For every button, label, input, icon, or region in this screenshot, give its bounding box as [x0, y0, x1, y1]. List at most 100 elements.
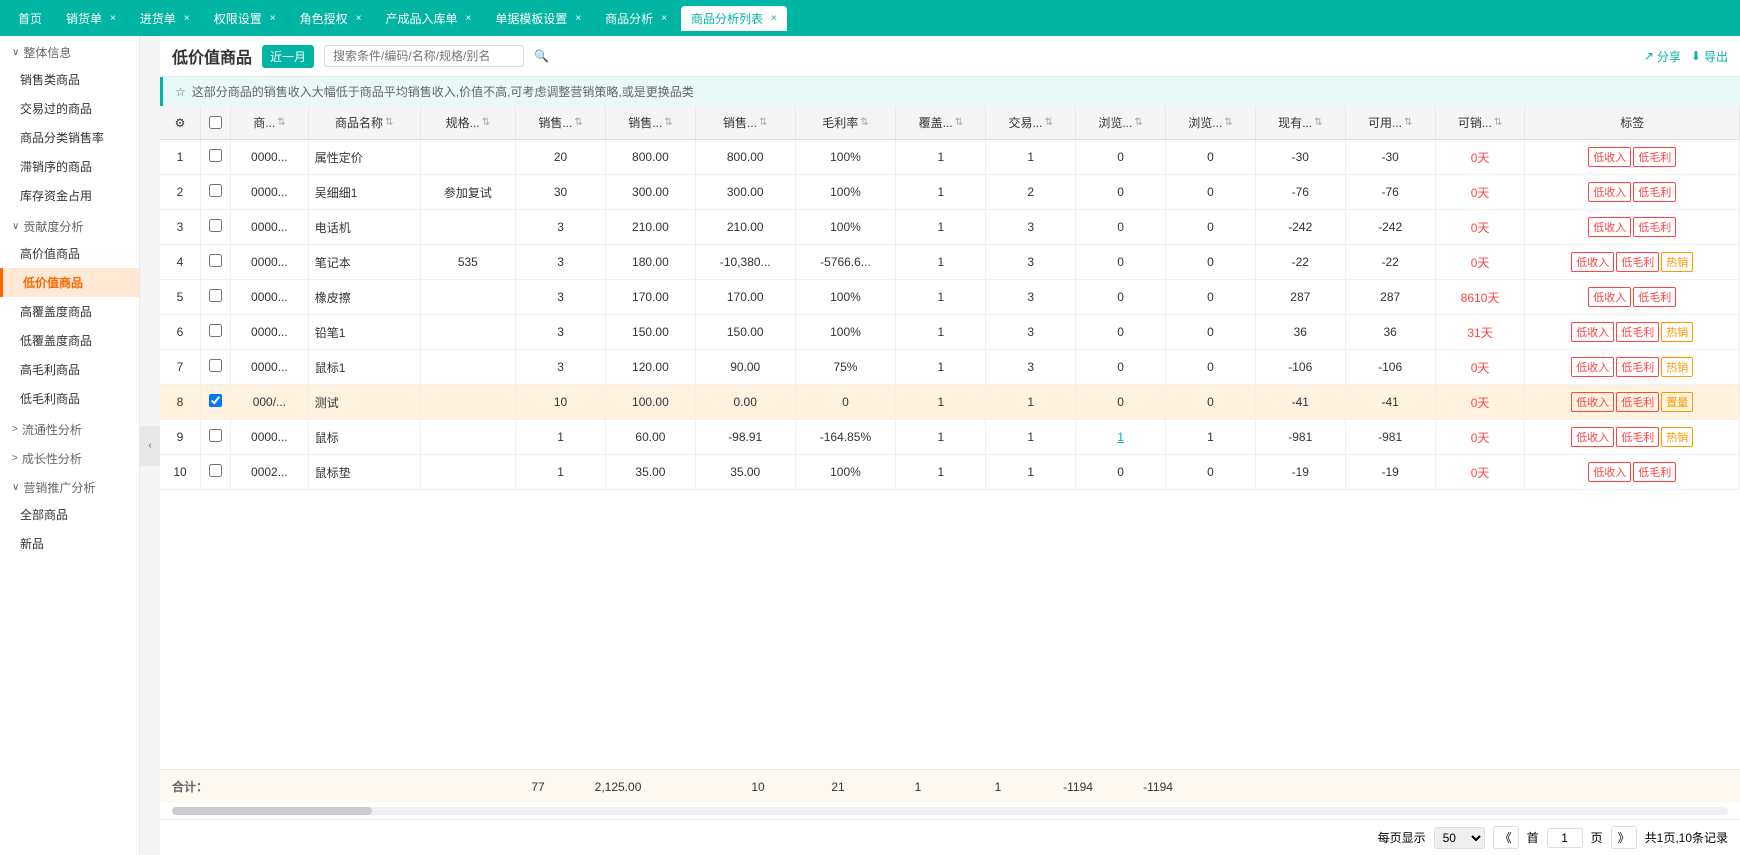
row-checkbox[interactable]	[209, 289, 222, 302]
close-icon[interactable]: ×	[575, 13, 581, 24]
page-size-select[interactable]: 50 100 200	[1434, 827, 1485, 849]
sidebar-group-contribution[interactable]: ∨ 贡献度分析	[0, 210, 139, 239]
sort-icon[interactable]: ⇅	[1494, 117, 1502, 128]
sidebar-item-traded-products[interactable]: 交易过的商品	[0, 94, 139, 123]
col-browse1[interactable]: 浏览...⇅	[1076, 106, 1166, 140]
export-button[interactable]: ⬇ 导出	[1691, 48, 1728, 65]
sort-icon[interactable]: ⇅	[1044, 117, 1052, 128]
row-name[interactable]: 吴细细1	[308, 175, 420, 210]
row-checkbox-cell[interactable]	[200, 420, 230, 455]
close-icon[interactable]: ×	[661, 13, 667, 24]
scrollbar-thumb[interactable]	[172, 807, 372, 815]
sidebar-collapse-button[interactable]: ‹	[140, 426, 160, 466]
row-name[interactable]: 铅笔1	[308, 315, 420, 350]
row-checkbox-cell[interactable]	[200, 315, 230, 350]
nav-analysis-list[interactable]: 商品分析列表 ×	[681, 6, 787, 31]
table-container[interactable]: ⚙ 商...⇅ 商品名称⇅ 规格...⇅ 销售...⇅ 销售...⇅ 销售...…	[160, 106, 1740, 769]
row-checkbox-cell[interactable]	[200, 350, 230, 385]
row-checkbox-cell[interactable]	[200, 210, 230, 245]
close-icon[interactable]: ×	[465, 13, 471, 24]
sidebar-item-sales-products[interactable]: 销售类商品	[0, 65, 139, 94]
col-code[interactable]: 商...⇅	[230, 106, 308, 140]
nav-roles[interactable]: 角色授权 ×	[290, 6, 372, 31]
row-checkbox[interactable]	[209, 464, 222, 477]
col-current[interactable]: 现有...⇅	[1255, 106, 1345, 140]
sort-icon[interactable]: ⇅	[955, 117, 963, 128]
nav-templates[interactable]: 单据模板设置 ×	[485, 6, 591, 31]
col-settings[interactable]: ⚙	[160, 106, 200, 140]
row-name[interactable]: 笔记本	[308, 245, 420, 280]
sort-icon[interactable]: ⇅	[860, 117, 868, 128]
sidebar-item-low-coverage[interactable]: 低覆盖度商品	[0, 326, 139, 355]
row-name[interactable]: 鼠标1	[308, 350, 420, 385]
row-checkbox[interactable]	[209, 359, 222, 372]
sidebar-item-low-profit[interactable]: 低毛利商品	[0, 384, 139, 413]
col-available[interactable]: 可用...⇅	[1345, 106, 1435, 140]
search-icon[interactable]: 🔍	[534, 49, 549, 63]
sidebar-group-overall[interactable]: ∨ 整体信息	[0, 36, 139, 65]
col-checkbox[interactable]	[200, 106, 230, 140]
col-name[interactable]: 商品名称⇅	[308, 106, 420, 140]
close-icon[interactable]: ×	[356, 13, 362, 24]
sidebar-item-category-rate[interactable]: 商品分类销售率	[0, 123, 139, 152]
sort-icon[interactable]: ⇅	[482, 117, 490, 128]
row-checkbox[interactable]	[209, 394, 222, 407]
filter-button[interactable]: 近一月	[262, 45, 314, 68]
first-page-button[interactable]: 《	[1493, 826, 1519, 849]
nav-products[interactable]: 产成品入库单 ×	[375, 6, 481, 31]
nav-sales[interactable]: 销货单 ×	[56, 6, 126, 31]
sort-icon[interactable]: ⇅	[277, 117, 285, 128]
sidebar-item-high-value[interactable]: 高价值商品	[0, 239, 139, 268]
sidebar-item-low-value[interactable]: 低价值商品	[0, 268, 139, 297]
share-button[interactable]: ↗ 分享	[1644, 48, 1681, 65]
row-name[interactable]: 电话机	[308, 210, 420, 245]
row-checkbox[interactable]	[209, 149, 222, 162]
row-checkbox[interactable]	[209, 254, 222, 267]
col-sale2[interactable]: 销售...⇅	[605, 106, 695, 140]
row-name[interactable]: 鼠标	[308, 420, 420, 455]
col-cover[interactable]: 覆盖...⇅	[896, 106, 986, 140]
col-trade[interactable]: 交易...⇅	[986, 106, 1076, 140]
row-checkbox-cell[interactable]	[200, 245, 230, 280]
sort-icon[interactable]: ⇅	[664, 117, 672, 128]
sort-icon[interactable]: ⇅	[1134, 117, 1142, 128]
col-spec[interactable]: 规格...⇅	[420, 106, 516, 140]
sort-icon[interactable]: ⇅	[1404, 117, 1412, 128]
select-all-checkbox[interactable]	[209, 116, 222, 129]
sort-icon[interactable]: ⇅	[1314, 117, 1322, 128]
nav-permissions[interactable]: 权限设置 ×	[204, 6, 286, 31]
col-sale3[interactable]: 销售...⇅	[695, 106, 795, 140]
page-number-input[interactable]	[1547, 828, 1583, 848]
sidebar-item-inventory-capital[interactable]: 库存资金占用	[0, 181, 139, 210]
row-checkbox-cell[interactable]	[200, 455, 230, 490]
sidebar-group-circulation[interactable]: > 流通性分析	[0, 413, 139, 442]
search-input[interactable]	[324, 45, 524, 67]
horizontal-scrollbar[interactable]	[172, 807, 1728, 815]
row-checkbox-cell[interactable]	[200, 175, 230, 210]
sort-icon[interactable]: ⇅	[574, 117, 582, 128]
sidebar-item-high-coverage[interactable]: 高覆盖度商品	[0, 297, 139, 326]
nav-analysis[interactable]: 商品分析 ×	[595, 6, 677, 31]
col-sale1[interactable]: 销售...⇅	[516, 106, 606, 140]
close-icon[interactable]: ×	[771, 13, 777, 24]
sort-icon[interactable]: ⇅	[385, 117, 393, 128]
sidebar-group-growth[interactable]: > 成长性分析	[0, 442, 139, 471]
row-checkbox-cell[interactable]	[200, 280, 230, 315]
nav-home[interactable]: 首页	[8, 6, 52, 31]
row-checkbox[interactable]	[209, 219, 222, 232]
nav-purchase[interactable]: 进货单 ×	[130, 6, 200, 31]
row-checkbox[interactable]	[209, 184, 222, 197]
sidebar-item-new-products[interactable]: 新品	[0, 529, 139, 558]
row-name[interactable]: 测试	[308, 385, 420, 420]
col-tags[interactable]: 标签	[1525, 106, 1740, 140]
sidebar-item-all-products[interactable]: 全部商品	[0, 500, 139, 529]
close-icon[interactable]: ×	[270, 13, 276, 24]
row-checkbox-cell[interactable]	[200, 140, 230, 175]
close-icon[interactable]: ×	[110, 13, 116, 24]
col-saleable[interactable]: 可销...⇅	[1435, 106, 1525, 140]
close-icon[interactable]: ×	[184, 13, 190, 24]
sort-icon[interactable]: ⇅	[759, 117, 767, 128]
sidebar-item-slow-products[interactable]: 滞销序的商品	[0, 152, 139, 181]
row-checkbox[interactable]	[209, 429, 222, 442]
row-browse1[interactable]: 1	[1076, 420, 1166, 455]
